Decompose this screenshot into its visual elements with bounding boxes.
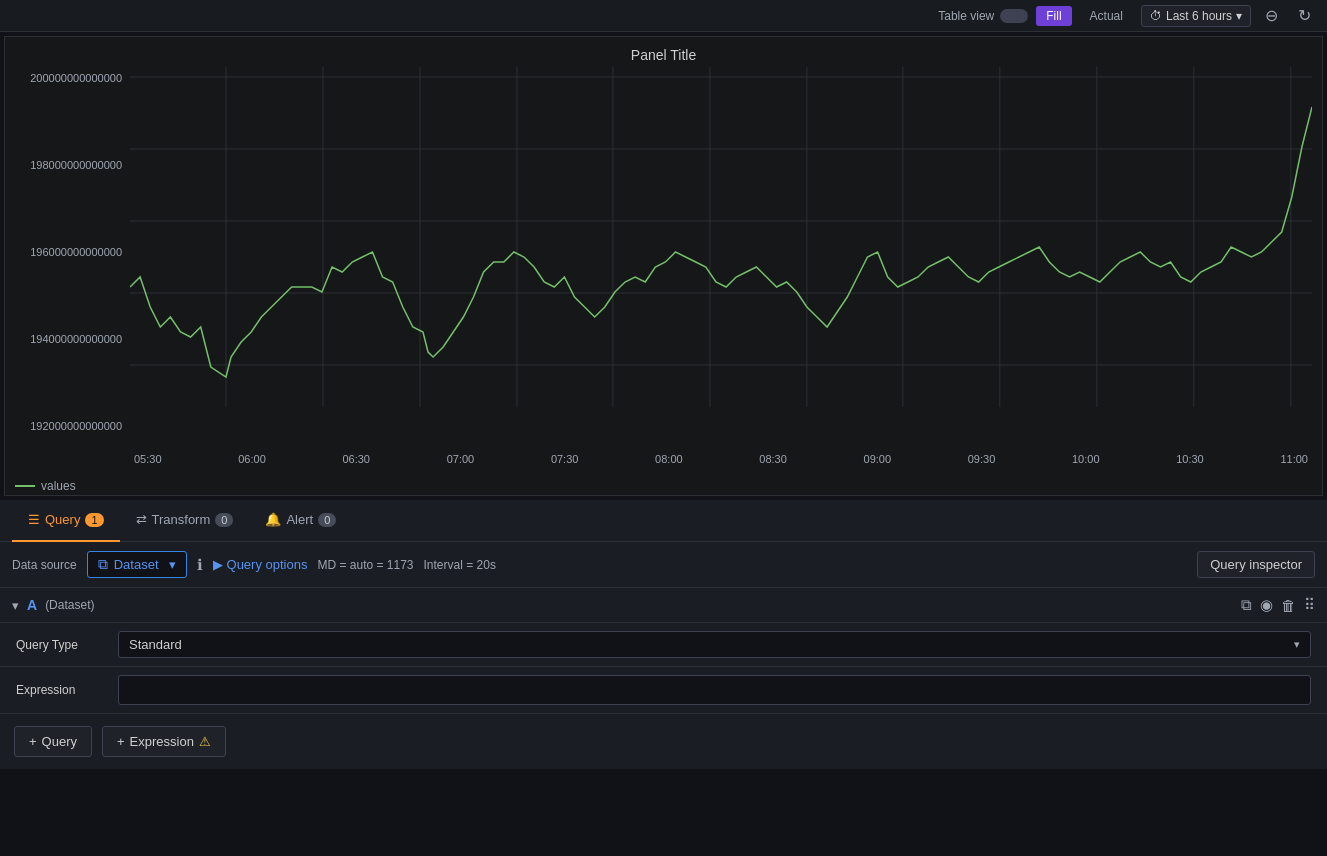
query-header-actions: ⧉ ◉ 🗑 ⠿ <box>1241 596 1315 614</box>
time-range-button[interactable]: ⏱ Last 6 hours ▾ <box>1141 5 1251 27</box>
table-view-pill[interactable] <box>1000 9 1028 23</box>
query-options-bar: Data source ⧉ Dataset ▾ ℹ ▶ Query option… <box>0 542 1327 588</box>
x-label-0800: 08:00 <box>655 453 683 465</box>
zoom-out-button[interactable]: ⊖ <box>1259 4 1284 27</box>
add-query-label: Query <box>42 734 77 749</box>
actual-button[interactable]: Actual <box>1080 6 1133 26</box>
query-tab-label: Query <box>45 512 80 527</box>
query-options-toggle[interactable]: ▶ Query options <box>213 557 308 572</box>
table-view-label: Table view <box>938 9 994 23</box>
alert-tab-badge: 0 <box>318 513 336 527</box>
drag-handle[interactable]: ⠿ <box>1304 596 1315 614</box>
data-source-label: Data source <box>12 558 77 572</box>
expression-label: Expression <box>16 683 106 697</box>
x-label-0530: 05:30 <box>134 453 162 465</box>
x-label-0700: 07:00 <box>447 453 475 465</box>
chart-container: Panel Title 200000000000000 198000000000… <box>4 36 1323 496</box>
add-query-button[interactable]: + Query <box>14 726 92 757</box>
query-options-label: Query options <box>227 557 308 572</box>
chart-area: 200000000000000 198000000000000 19600000… <box>5 67 1322 467</box>
x-label-0600: 06:00 <box>238 453 266 465</box>
datasource-name: Dataset <box>114 557 159 572</box>
query-type-label: Query Type <box>16 638 106 652</box>
tab-transform[interactable]: ⇄ Transform 0 <box>120 500 250 542</box>
datasource-chevron-icon: ▾ <box>169 557 176 572</box>
time-range-label: Last 6 hours <box>1166 9 1232 23</box>
y-label-2: 198000000000000 <box>5 159 122 171</box>
chart-legend: values <box>15 479 76 493</box>
refresh-button[interactable]: ↻ <box>1292 4 1317 27</box>
transform-tab-badge: 0 <box>215 513 233 527</box>
expression-input[interactable] <box>118 675 1311 705</box>
add-query-icon: + <box>29 734 37 749</box>
query-tab-badge: 1 <box>85 513 103 527</box>
query-type-select[interactable]: Standard ▾ <box>118 631 1311 658</box>
chevron-down-icon: ▾ <box>1236 9 1242 23</box>
y-label-4: 194000000000000 <box>5 333 122 345</box>
query-editor-header: ▾ A (Dataset) ⧉ ◉ 🗑 ⠿ <box>0 588 1327 623</box>
tab-alert[interactable]: 🔔 Alert 0 <box>249 500 352 542</box>
add-expression-plus-icon: + <box>117 734 125 749</box>
add-expression-button[interactable]: + Expression ⚠ <box>102 726 226 757</box>
x-label-1100: 11:00 <box>1280 453 1308 465</box>
add-expression-label: Expression <box>130 734 194 749</box>
expression-warning-icon: ⚠ <box>199 734 211 749</box>
x-label-0830: 08:30 <box>759 453 787 465</box>
expression-row: Expression <box>0 667 1327 714</box>
add-buttons-bar: + Query + Expression ⚠ <box>0 714 1327 769</box>
query-id-label: A <box>27 597 37 613</box>
y-label-3: 196000000000000 <box>5 246 122 258</box>
query-type-chevron-icon: ▾ <box>1294 638 1300 651</box>
query-inspector-button[interactable]: Query inspector <box>1197 551 1315 578</box>
datasource-icon: ⧉ <box>98 556 108 573</box>
clock-icon: ⏱ <box>1150 9 1162 23</box>
chart-svg <box>130 67 1312 437</box>
x-label-1030: 10:30 <box>1176 453 1204 465</box>
query-options-chevron-icon: ▶ <box>213 557 223 572</box>
query-tabs: ☰ Query 1 ⇄ Transform 0 🔔 Alert 0 <box>0 500 1327 542</box>
transform-tab-label: Transform <box>152 512 211 527</box>
copy-query-button[interactable]: ⧉ <box>1241 596 1252 614</box>
query-editor-section: ▾ A (Dataset) ⧉ ◉ 🗑 ⠿ Query Type Standar… <box>0 588 1327 714</box>
chart-title: Panel Title <box>5 37 1322 67</box>
y-label-5: 192000000000000 <box>5 420 122 432</box>
query-type-value: Standard <box>129 637 182 652</box>
tab-query[interactable]: ☰ Query 1 <box>12 500 120 542</box>
fill-button[interactable]: Fill <box>1036 6 1071 26</box>
x-label-0930: 09:30 <box>968 453 996 465</box>
table-view-toggle[interactable]: Table view <box>938 9 1028 23</box>
transform-tab-icon: ⇄ <box>136 512 147 527</box>
interval-label: Interval = 20s <box>424 558 496 572</box>
y-axis: 200000000000000 198000000000000 19600000… <box>5 67 130 437</box>
datasource-selector[interactable]: ⧉ Dataset ▾ <box>87 551 187 578</box>
top-bar: Table view Fill Actual ⏱ Last 6 hours ▾ … <box>0 0 1327 32</box>
x-label-0730: 07:30 <box>551 453 579 465</box>
md-label: MD = auto = 1173 <box>317 558 413 572</box>
collapse-button[interactable]: ▾ <box>12 598 19 613</box>
y-label-1: 200000000000000 <box>5 72 122 84</box>
query-type-row: Query Type Standard ▾ <box>0 623 1327 667</box>
delete-query-button[interactable]: 🗑 <box>1281 596 1296 614</box>
toggle-visibility-button[interactable]: ◉ <box>1260 596 1273 614</box>
x-axis: 05:30 06:00 06:30 07:00 07:30 08:00 08:3… <box>130 453 1312 465</box>
datasource-info-button[interactable]: ℹ <box>197 556 203 574</box>
legend-line-values <box>15 485 35 487</box>
legend-label-values: values <box>41 479 76 493</box>
query-source-label: (Dataset) <box>45 598 94 612</box>
x-label-0900: 09:00 <box>864 453 892 465</box>
alert-tab-icon: 🔔 <box>265 512 281 527</box>
alert-tab-label: Alert <box>286 512 313 527</box>
x-label-0630: 06:30 <box>342 453 370 465</box>
query-tab-icon: ☰ <box>28 512 40 527</box>
x-label-1000: 10:00 <box>1072 453 1100 465</box>
